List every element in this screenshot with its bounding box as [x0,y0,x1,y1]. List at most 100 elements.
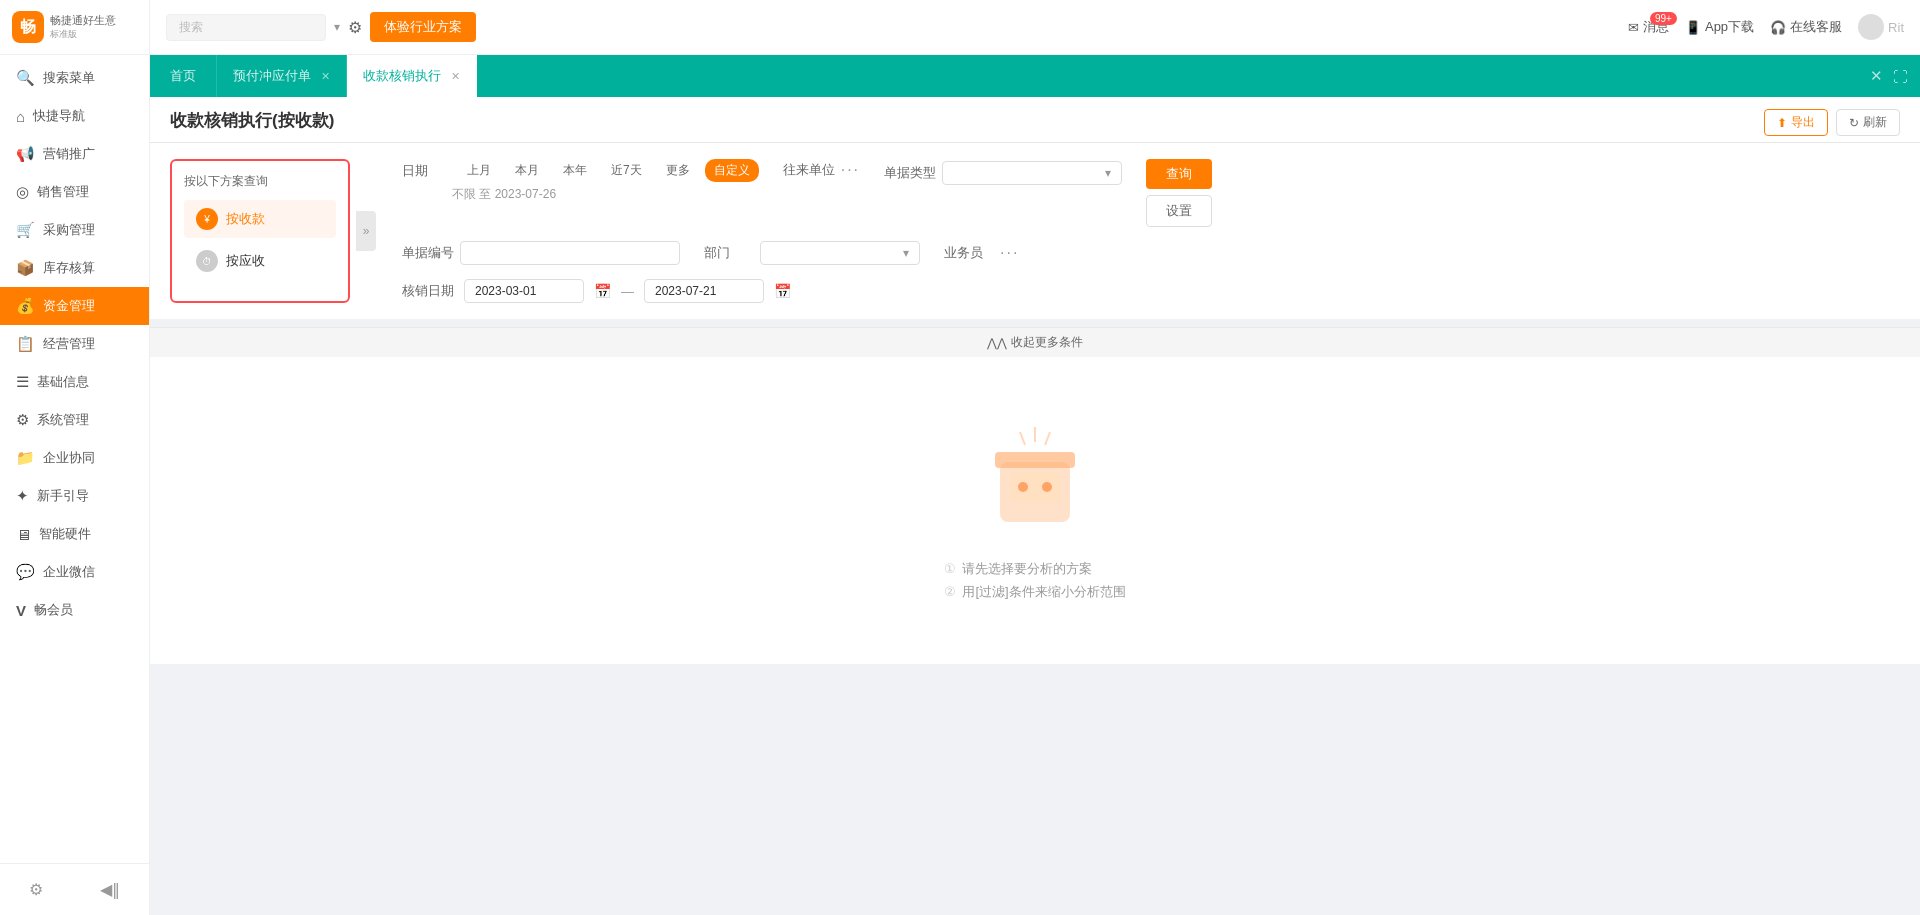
verify-date-end-input[interactable] [644,279,764,303]
dept-select[interactable]: ▾ [760,241,920,265]
sidebar-label-member: 畅会员 [34,601,73,619]
header-chevron-icon[interactable]: ▾ [334,20,340,34]
sidebar-item-search[interactable]: 🔍 搜索菜单 [0,59,149,97]
maximize-window-btn[interactable]: ⛶ [1893,68,1908,85]
online-service-label: 在线客服 [1790,18,1842,36]
query-panel: 按以下方案查询 ¥ 按收款 ⏱ 按应收 » [170,159,350,303]
sidebar-label-wechat: 企业微信 [43,563,95,581]
finance-icon: 💰 [16,297,35,315]
page-header: 收款核销执行(按收款) ⬆ 导出 ↻ 刷新 [150,97,1920,143]
sidebar-item-purchase[interactable]: 🛒 采购管理 [0,211,149,249]
online-service-btn[interactable]: 🎧 在线客服 [1770,18,1842,36]
verify-date-start-input[interactable] [464,279,584,303]
collapse-more-btn[interactable]: ⋀⋀ 收起更多条件 [150,327,1920,357]
counter-party-dots[interactable]: ··· [841,161,860,179]
empty-illustration [975,417,1095,537]
sidebar-item-marketing[interactable]: 📢 营销推广 [0,135,149,173]
query-option-by-receivable[interactable]: ⏱ 按应收 [184,242,336,280]
sidebar-item-guide[interactable]: ✦ 新手引导 [0,477,149,515]
filter-area: 按以下方案查询 ¥ 按收款 ⏱ 按应收 » [150,143,1920,319]
sidebar-item-inventory[interactable]: 📦 库存核算 [0,249,149,287]
dept-label: 部门 [704,244,754,262]
sidebar-item-enterprise[interactable]: 📁 企业协同 [0,439,149,477]
verify-date-start-cal-icon[interactable]: 📅 [594,283,611,299]
refresh-btn[interactable]: ↻ 刷新 [1836,109,1900,136]
page-title: 收款核销执行(按收款) [170,109,1900,142]
dept-chevron-icon: ▾ [903,246,909,260]
user-avatar-btn[interactable]: Rit [1858,14,1904,40]
date-no-limit: 不限 至 2023-07-26 [452,186,759,203]
industry-btn[interactable]: 体验行业方案 [370,12,476,42]
operation-icon: 📋 [16,335,35,353]
tab-prepay-close-icon[interactable]: ✕ [321,70,330,83]
staff-dots[interactable]: ··· [1000,244,1019,262]
sidebar-item-finance[interactable]: 💰 资金管理 [0,287,149,325]
setting-btn[interactable]: 设置 [1146,195,1212,227]
app-logo: 畅 畅捷通好生意 标准版 [0,0,149,55]
sidebar-label-operation: 经营管理 [43,335,95,353]
sidebar-label-purchase: 采购管理 [43,221,95,239]
bill-type-col: 单据类型 ▾ [884,161,1122,185]
svg-line-6 [1045,432,1050,445]
staff-label: 业务员 [944,244,994,262]
message-badge: 99+ [1650,12,1677,25]
export-btn[interactable]: ⬆ 导出 [1764,109,1828,136]
sidebar-item-system[interactable]: ⚙ 系统管理 [0,401,149,439]
app-download-icon: 📱 [1685,20,1701,35]
system-icon: ⚙ [16,411,29,429]
tab-collection-close-icon[interactable]: ✕ [451,70,460,83]
sidebar-item-member[interactable]: V 畅会员 [0,591,149,629]
tab-collection[interactable]: 收款核销执行 ✕ [347,55,477,97]
this-year-btn[interactable]: 本年 [554,159,596,182]
tab-window-controls: ✕ ⛶ [1858,55,1920,97]
date-quick-row: 日期 上月 本月 本年 近7天 更多 自定义 [402,159,759,182]
sidebar-label-finance: 资金管理 [43,297,95,315]
smart-hw-icon: 🖥 [16,526,31,543]
basic-info-icon: ☰ [16,373,29,391]
member-icon: V [16,602,26,619]
search-nav-icon: 🔍 [16,69,35,87]
page-actions: ⬆ 导出 ↻ 刷新 [1764,109,1900,136]
svg-rect-1 [995,452,1075,468]
date-no-limit-text: 不限 至 2023-07-26 [452,186,556,203]
sidebar-item-operation[interactable]: 📋 经营管理 [0,325,149,363]
receivable-option-label: 按应收 [226,252,265,270]
sidebar: 畅 畅捷通好生意 标准版 🔍 搜索菜单 ⌂ 快捷导航 📢 营销推广 ◎ 销售管理… [0,0,150,915]
message-btn[interactable]: ✉ 消息 99+ [1628,18,1669,36]
query-option-by-receipt[interactable]: ¥ 按收款 [184,200,336,238]
last-7days-btn[interactable]: 近7天 [602,159,651,182]
main-container: 搜索 ▾ ⚙ 体验行业方案 ✉ 消息 99+ 📱 App下载 🎧 在线客服 Ri… [150,0,1920,915]
sidebar-item-quick-nav[interactable]: ⌂ 快捷导航 [0,97,149,135]
last-month-btn[interactable]: 上月 [458,159,500,182]
filter-row-1: 日期 上月 本月 本年 近7天 更多 自定义 不限 至 2023-07-26 [402,159,1900,227]
close-window-btn[interactable]: ✕ [1870,67,1883,85]
empty-num-2: ② [944,580,956,603]
sidebar-item-wechat[interactable]: 💬 企业微信 [0,553,149,591]
tab-home[interactable]: 首页 [150,55,217,97]
verify-date-end-cal-icon[interactable]: 📅 [774,283,791,299]
query-panel-collapse-btn[interactable]: » [356,211,376,251]
sidebar-item-smart-hw[interactable]: 🖥 智能硬件 [0,515,149,553]
more-date-btn[interactable]: 更多 [657,159,699,182]
header-gear-icon[interactable]: ⚙ [348,18,362,37]
header-search-placeholder: 搜索 [179,20,203,34]
sidebar-item-sales[interactable]: ◎ 销售管理 [0,173,149,211]
custom-date-btn[interactable]: 自定义 [705,159,759,182]
bill-type-label: 单据类型 [884,164,936,182]
header-left: 搜索 ▾ ⚙ 体验行业方案 [166,12,476,42]
purchase-icon: 🛒 [16,221,35,239]
sidebar-label-enterprise: 企业协同 [43,449,95,467]
logo-text: 畅捷通好生意 [50,13,116,27]
collapse-sidebar-btn[interactable]: ◀‖ [94,874,126,905]
bill-no-input[interactable] [460,241,680,265]
this-month-btn[interactable]: 本月 [506,159,548,182]
query-btn[interactable]: 查询 [1146,159,1212,189]
sidebar-label-marketing: 营销推广 [43,145,95,163]
app-download-btn[interactable]: 📱 App下载 [1685,18,1754,36]
sidebar-item-basic-info[interactable]: ☰ 基础信息 [0,363,149,401]
bill-type-select[interactable]: ▾ [942,161,1122,185]
settings-bottom-btn[interactable]: ⚙ [23,874,49,905]
collapse-more-label: 收起更多条件 [1011,334,1083,351]
tab-prepay[interactable]: 预付冲应付单 ✕ [217,55,347,97]
empty-svg [975,417,1095,537]
